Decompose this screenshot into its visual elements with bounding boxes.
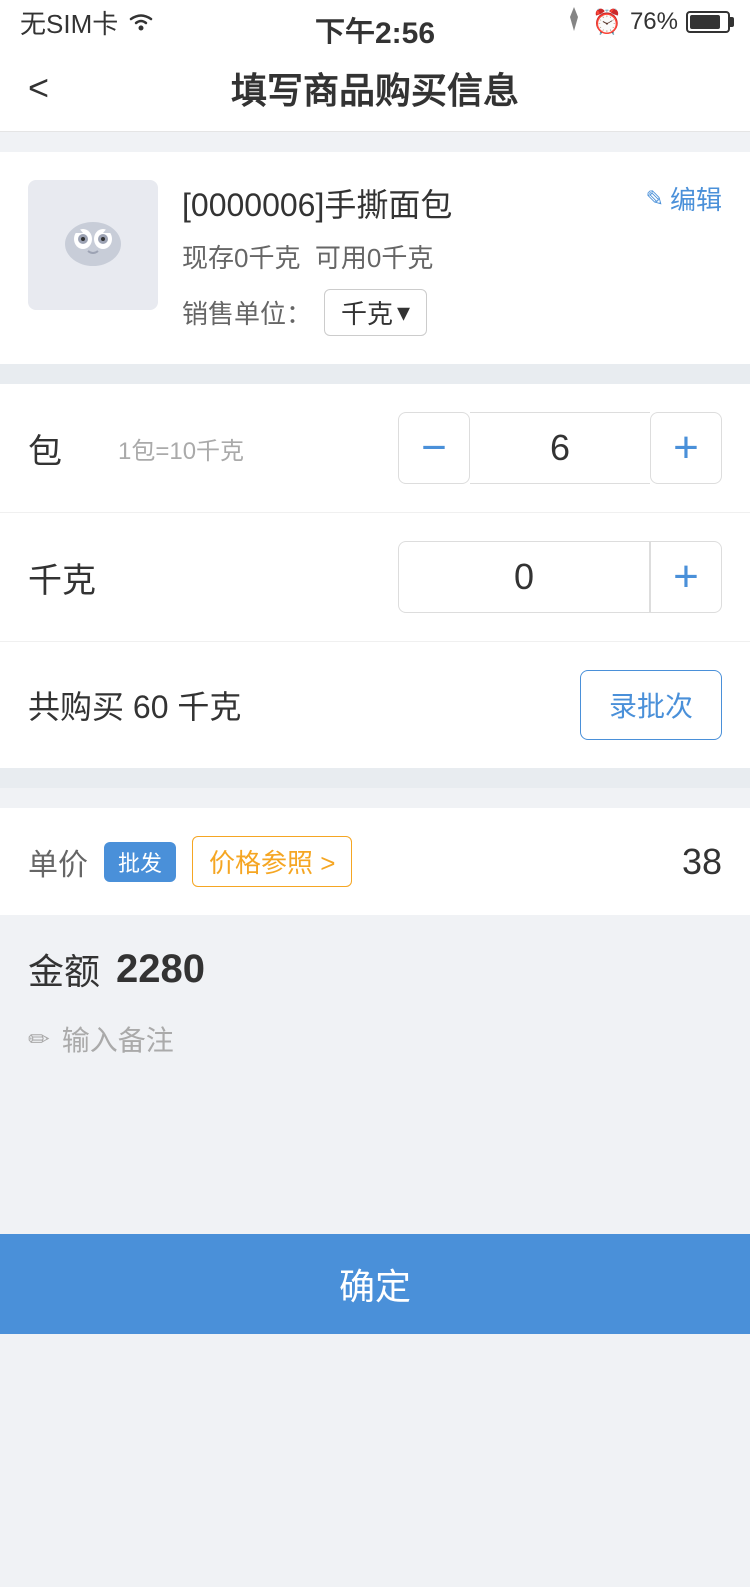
section-divider-1 bbox=[0, 364, 750, 384]
amount-row: 金额 2280 bbox=[28, 943, 722, 995]
price-label: 单价 bbox=[28, 840, 88, 884]
nav-bar: < 填写商品购买信息 bbox=[0, 44, 750, 132]
wifi-icon bbox=[126, 7, 156, 38]
status-bar: 无SIM卡 下午2:56 ⏰ 76% bbox=[0, 0, 750, 44]
amount-value: 2280 bbox=[116, 947, 205, 992]
product-card: [0000006]手撕面包 现存0千克 可用0千克 销售单位： 千克 ▾ ✎ 编… bbox=[0, 152, 750, 364]
total-label: 共购买 60 千克 bbox=[28, 682, 580, 728]
remark-placeholder: 输入备注 bbox=[62, 1019, 174, 1059]
total-row: 共购买 60 千克 录批次 bbox=[0, 642, 750, 768]
unit-select[interactable]: 千克 ▾ bbox=[324, 289, 427, 336]
quantity-row-kg: 千克 + bbox=[0, 513, 750, 642]
price-section: 单价 批发 价格参照 > 38 bbox=[0, 808, 750, 915]
quantity-row-bao: 包 1包=10千克 − + bbox=[0, 384, 750, 513]
quantity-input-bao[interactable] bbox=[470, 412, 650, 484]
increment-bao-button[interactable]: + bbox=[650, 412, 722, 484]
quantity-label-bao: 包 bbox=[28, 424, 108, 473]
section-divider-2 bbox=[0, 768, 750, 788]
product-info: [0000006]手撕面包 现存0千克 可用0千克 销售单位： 千克 ▾ bbox=[182, 180, 722, 336]
increment-kg-button[interactable]: + bbox=[650, 541, 722, 613]
quantity-section: 包 1包=10千克 − + 千克 + bbox=[0, 384, 750, 642]
amount-section: 金额 2280 ✏ 输入备注 bbox=[0, 915, 750, 1087]
quantity-control-kg: + bbox=[398, 541, 722, 613]
record-batch-button[interactable]: 录批次 bbox=[580, 670, 722, 740]
quantity-input-kg[interactable] bbox=[398, 541, 650, 613]
chevron-down-icon: ▾ bbox=[397, 297, 410, 328]
price-value: 38 bbox=[682, 841, 722, 883]
battery-percent: 76% bbox=[630, 8, 678, 36]
status-right: ⏰ 76% bbox=[564, 7, 730, 38]
confirm-bar[interactable]: 确定 bbox=[0, 1234, 750, 1334]
alarm-icon: ⏰ bbox=[592, 8, 622, 37]
quantity-control-bao: − + bbox=[398, 412, 722, 484]
product-name: [0000006]手撕面包 bbox=[182, 180, 722, 226]
pencil-icon: ✏ bbox=[28, 1024, 50, 1055]
product-stock: 现存0千克 可用0千克 bbox=[182, 238, 722, 275]
amount-label: 金额 bbox=[28, 943, 100, 995]
price-reference-button[interactable]: 价格参照 > bbox=[192, 836, 352, 887]
confirm-button[interactable]: 确定 bbox=[339, 1258, 411, 1310]
product-unit-row: 销售单位： 千克 ▾ bbox=[182, 289, 722, 336]
product-thumbnail bbox=[28, 180, 158, 310]
location-icon bbox=[564, 7, 584, 38]
carrier-label: 无SIM卡 bbox=[20, 4, 118, 41]
battery-icon bbox=[686, 11, 730, 33]
edit-button[interactable]: ✎ 编辑 bbox=[646, 180, 722, 217]
remark-row[interactable]: ✏ 输入备注 bbox=[28, 1019, 722, 1059]
back-button[interactable]: < bbox=[28, 67, 49, 109]
price-badge: 批发 bbox=[104, 842, 176, 882]
page-title: 填写商品购买信息 bbox=[231, 62, 519, 114]
decrement-bao-button[interactable]: − bbox=[398, 412, 470, 484]
edit-icon: ✎ bbox=[646, 186, 664, 212]
quantity-label-kg: 千克 bbox=[28, 553, 108, 602]
unit-label: 销售单位： bbox=[182, 294, 312, 331]
status-left: 无SIM卡 bbox=[20, 4, 156, 41]
price-row: 单价 批发 价格参照 > 38 bbox=[28, 836, 722, 887]
quantity-hint-bao: 1包=10千克 bbox=[118, 431, 398, 466]
product-owl-icon bbox=[58, 209, 128, 282]
